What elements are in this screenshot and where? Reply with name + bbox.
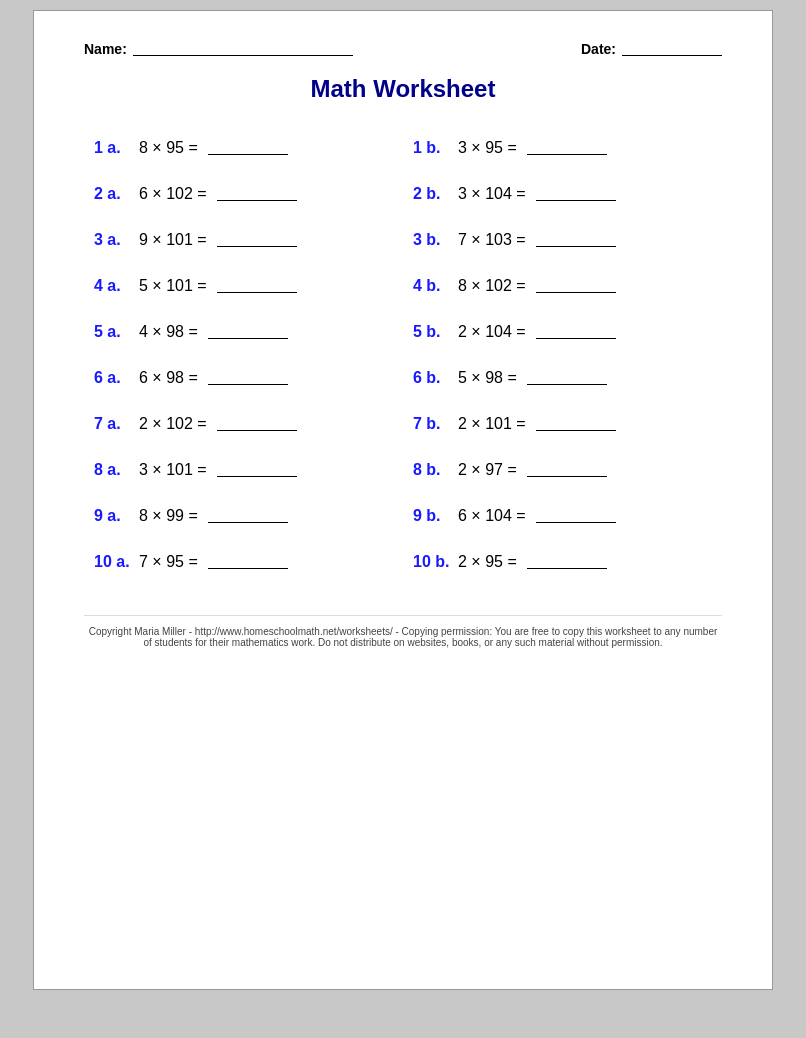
problem-row: 4 a. 5 × 101 = [84, 263, 403, 309]
answer-line [527, 371, 607, 385]
problem-label: 4 a. [94, 277, 139, 295]
problem-expression: 8 × 102 = [458, 277, 616, 295]
problem-row: 7 b. 2 × 101 = [403, 401, 722, 447]
problem-expression: 2 × 95 = [458, 553, 607, 571]
problem-expression: 9 × 101 = [139, 231, 297, 249]
problem-expression: 8 × 99 = [139, 507, 288, 525]
problem-label: 9 b. [413, 507, 458, 525]
problem-expression: 4 × 98 = [139, 323, 288, 341]
problem-row: 8 b. 2 × 97 = [403, 447, 722, 493]
answer-line [208, 141, 288, 155]
problem-expression: 5 × 101 = [139, 277, 297, 295]
problem-row: 6 a. 6 × 98 = [84, 355, 403, 401]
problems-grid: 1 a. 8 × 95 = 1 b. 3 × 95 = 2 a. 6 × 102… [84, 125, 722, 585]
problem-label: 6 a. [94, 369, 139, 387]
problem-expression: 5 × 98 = [458, 369, 607, 387]
problem-label: 8 b. [413, 461, 458, 479]
problem-row: 2 a. 6 × 102 = [84, 171, 403, 217]
answer-line [208, 371, 288, 385]
problem-label: 5 a. [94, 323, 139, 341]
answer-line [217, 417, 297, 431]
problem-row: 3 a. 9 × 101 = [84, 217, 403, 263]
answer-line [536, 233, 616, 247]
problem-row: 6 b. 5 × 98 = [403, 355, 722, 401]
problem-label: 5 b. [413, 323, 458, 341]
answer-line [217, 233, 297, 247]
problem-row: 3 b. 7 × 103 = [403, 217, 722, 263]
problem-row: 8 a. 3 × 101 = [84, 447, 403, 493]
problem-expression: 2 × 102 = [139, 415, 297, 433]
answer-line [536, 417, 616, 431]
answer-line [208, 509, 288, 523]
problem-row: 1 a. 8 × 95 = [84, 125, 403, 171]
problem-row: 2 b. 3 × 104 = [403, 171, 722, 217]
answer-line [536, 325, 616, 339]
problem-label: 10 a. [94, 553, 139, 571]
problem-expression: 6 × 104 = [458, 507, 616, 525]
name-label: Name: [84, 41, 127, 57]
date-field: Date: [581, 41, 722, 57]
problem-expression: 3 × 104 = [458, 185, 616, 203]
problem-row: 4 b. 8 × 102 = [403, 263, 722, 309]
problem-label: 10 b. [413, 553, 458, 571]
answer-line [217, 279, 297, 293]
footer-text: Copyright Maria Miller - http://www.home… [84, 615, 722, 648]
answer-line [527, 141, 607, 155]
answer-line [536, 279, 616, 293]
problem-row: 5 b. 2 × 104 = [403, 309, 722, 355]
problem-label: 8 a. [94, 461, 139, 479]
worksheet-page: Name: Date: Math Worksheet 1 a. 8 × 95 =… [33, 10, 773, 990]
answer-line [536, 187, 616, 201]
problem-expression: 2 × 97 = [458, 461, 607, 479]
problem-label: 9 a. [94, 507, 139, 525]
problem-expression: 6 × 102 = [139, 185, 297, 203]
problem-expression: 3 × 95 = [458, 139, 607, 157]
problem-label: 1 b. [413, 139, 458, 157]
problem-label: 4 b. [413, 277, 458, 295]
problem-expression: 3 × 101 = [139, 461, 297, 479]
problem-label: 1 a. [94, 139, 139, 157]
problem-row: 5 a. 4 × 98 = [84, 309, 403, 355]
answer-line [208, 325, 288, 339]
problem-row: 1 b. 3 × 95 = [403, 125, 722, 171]
answer-line [208, 555, 288, 569]
problem-row: 9 a. 8 × 99 = [84, 493, 403, 539]
date-input-line [622, 42, 722, 56]
answer-line [217, 187, 297, 201]
problem-row: 9 b. 6 × 104 = [403, 493, 722, 539]
problem-row: 7 a. 2 × 102 = [84, 401, 403, 447]
problem-row: 10 a. 7 × 95 = [84, 539, 403, 585]
problem-expression: 2 × 101 = [458, 415, 616, 433]
header: Name: Date: [84, 41, 722, 57]
worksheet-title: Math Worksheet [84, 75, 722, 103]
problem-expression: 7 × 103 = [458, 231, 616, 249]
problem-label: 7 a. [94, 415, 139, 433]
problem-expression: 7 × 95 = [139, 553, 288, 571]
problem-expression: 6 × 98 = [139, 369, 288, 387]
name-input-line [133, 42, 353, 56]
problem-expression: 2 × 104 = [458, 323, 616, 341]
answer-line [536, 509, 616, 523]
problem-label: 3 a. [94, 231, 139, 249]
name-field: Name: [84, 41, 353, 57]
problem-label: 7 b. [413, 415, 458, 433]
problem-expression: 8 × 95 = [139, 139, 288, 157]
problem-label: 2 b. [413, 185, 458, 203]
answer-line [527, 463, 607, 477]
answer-line [217, 463, 297, 477]
problem-row: 10 b. 2 × 95 = [403, 539, 722, 585]
answer-line [527, 555, 607, 569]
problem-label: 6 b. [413, 369, 458, 387]
problem-label: 2 a. [94, 185, 139, 203]
date-label: Date: [581, 41, 616, 57]
problem-label: 3 b. [413, 231, 458, 249]
